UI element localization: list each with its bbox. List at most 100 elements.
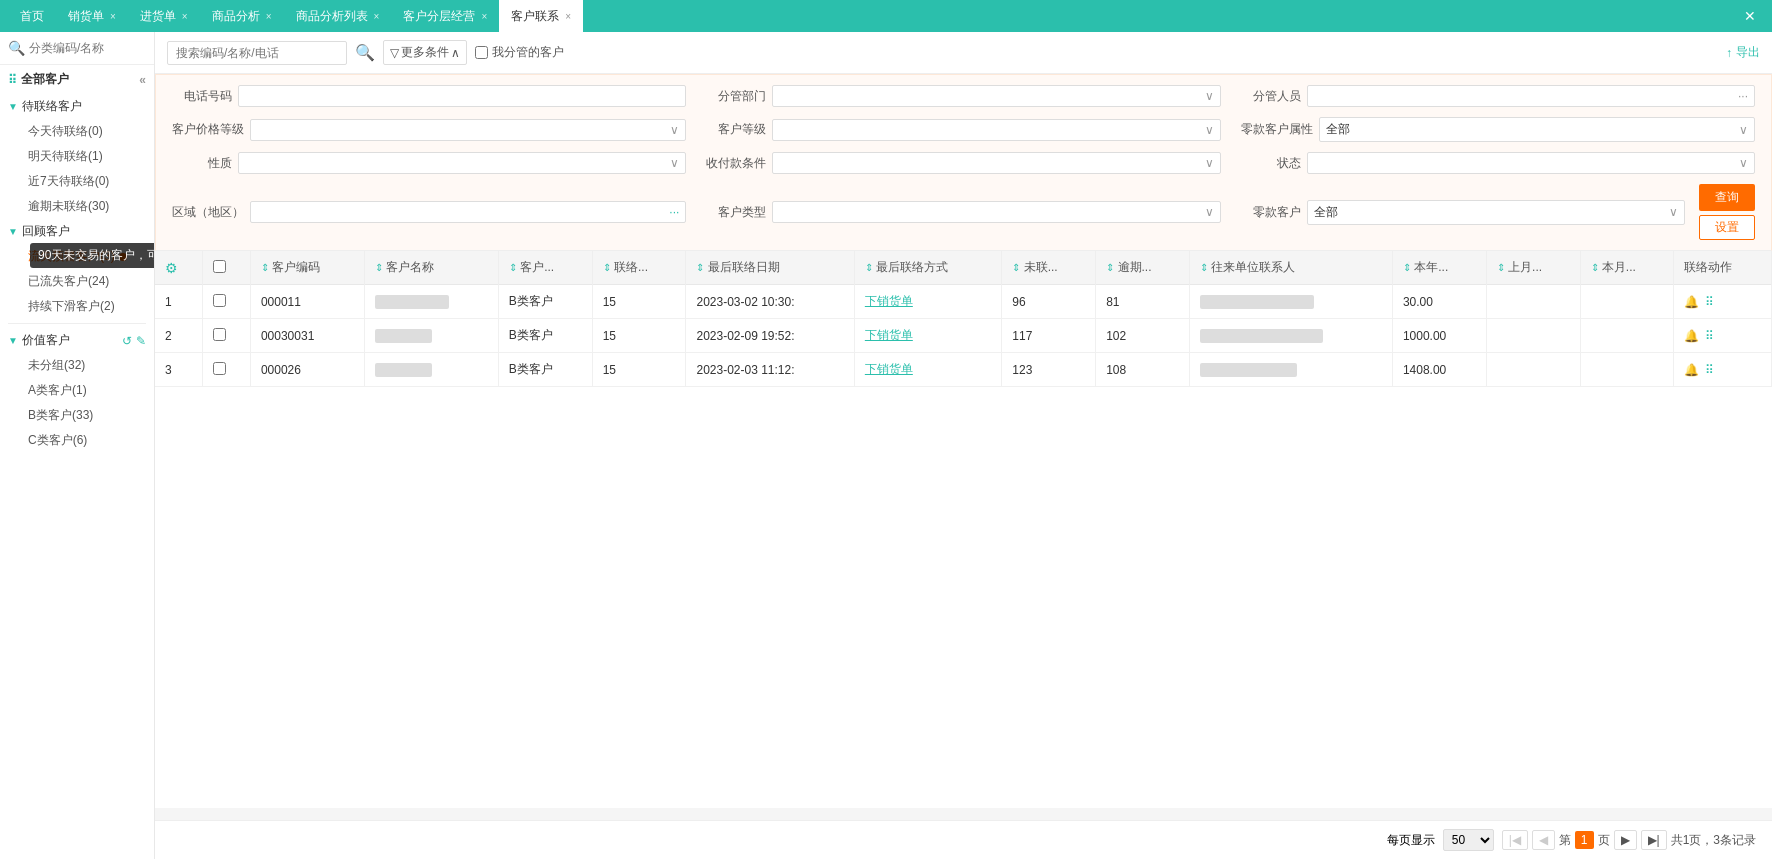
row-checkbox-1[interactable] xyxy=(213,328,226,341)
edit-icon[interactable]: ✎ xyxy=(136,334,146,348)
sidebar-item-ungroup[interactable]: 未分组(32) xyxy=(8,353,154,378)
col-unit-contact[interactable]: ⇕ 往来单位联系人 xyxy=(1189,251,1392,285)
settings-gear-icon[interactable]: ⚙ xyxy=(165,260,178,276)
tab-product-analysis[interactable]: 商品分析 × xyxy=(200,0,284,32)
sidebar-item-week[interactable]: 近7天待联络(0) xyxy=(8,169,154,194)
filter-label-customer-type: 客户类型 xyxy=(706,204,766,221)
col-name[interactable]: ⇕ 客户名称 xyxy=(364,251,498,285)
filter-select-region[interactable]: ··· xyxy=(250,201,686,223)
cell-check[interactable] xyxy=(202,285,250,319)
sidebar-group-review[interactable]: ▼ 回顾客户 xyxy=(0,219,154,244)
last-way-link[interactable]: 下销货单 xyxy=(865,294,913,308)
filter-select-status[interactable]: ∨ xyxy=(1307,152,1755,174)
last-page-btn[interactable]: ▶| xyxy=(1641,830,1667,850)
more-action-icon-2[interactable]: ⠿ xyxy=(1705,363,1714,377)
filter-select-customer-type[interactable]: ∨ xyxy=(772,201,1220,223)
filter-select-price[interactable]: ∨ xyxy=(250,119,686,141)
sidebar-all-customers[interactable]: ⠿ 全部客户 « xyxy=(0,65,154,94)
more-action-icon-1[interactable]: ⠿ xyxy=(1705,329,1714,343)
filter-select-zero-attr[interactable]: 全部 ∨ xyxy=(1319,117,1755,142)
col-not-contact[interactable]: ⇕ 未联... xyxy=(1002,251,1096,285)
sidebar-item-lost[interactable]: 已流失客户(24) xyxy=(8,269,154,294)
col-settings[interactable]: ⚙ xyxy=(155,251,202,285)
last-way-link[interactable]: 下销货单 xyxy=(865,328,913,342)
cell-last-way[interactable]: 下销货单 xyxy=(854,353,1002,387)
settings-button[interactable]: 设置 xyxy=(1699,215,1755,240)
table-container: ⚙ ⇕ 客户编码 ⇕ 客户名称 ⇕ 客户... ⇕ 联络... ⇕ 最后联络日期… xyxy=(155,251,1772,808)
col-check[interactable] xyxy=(202,251,250,285)
col-code[interactable]: ⇕ 客户编码 xyxy=(250,251,364,285)
tab-sales-close[interactable]: × xyxy=(110,11,116,22)
col-last-date[interactable]: ⇕ 最后联络日期 xyxy=(686,251,854,285)
select-all-checkbox[interactable] xyxy=(213,260,226,273)
zero-customer-value: 全部 xyxy=(1314,204,1338,221)
my-customers-check-input[interactable] xyxy=(475,46,488,59)
tab-sales[interactable]: 销货单 × xyxy=(56,0,128,32)
export-button[interactable]: ↑ 导出 xyxy=(1726,44,1760,61)
filter-select-nature[interactable]: ∨ xyxy=(238,152,686,174)
tab-product-list[interactable]: 商品分析列表 × xyxy=(284,0,392,32)
sidebar-group-value[interactable]: ▼ 价值客户 ↺ ✎ xyxy=(0,328,154,353)
col-overdue[interactable]: ⇕ 逾期... xyxy=(1096,251,1190,285)
horizontal-scrollbar[interactable] xyxy=(155,808,1772,820)
my-customers-checkbox[interactable]: 我分管的客户 xyxy=(475,44,564,61)
tab-purchase[interactable]: 进货单 × xyxy=(128,0,200,32)
sidebar-search-box: 🔍 xyxy=(0,32,154,65)
sidebar-item-c-class[interactable]: C类客户(6) xyxy=(8,428,154,453)
filter-select-level[interactable]: ∨ xyxy=(772,119,1220,141)
filter-select-zero-customer[interactable]: 全部 ∨ xyxy=(1307,200,1685,225)
tab-product-analysis-close[interactable]: × xyxy=(266,11,272,22)
sidebar-collapse-icon[interactable]: « xyxy=(139,73,146,87)
contact-icon-0[interactable]: 🔔 xyxy=(1684,295,1699,309)
sidebar-item-declining[interactable]: 持续下滑客户(2) xyxy=(8,294,154,319)
page-size-select[interactable]: 50 100 200 xyxy=(1443,829,1494,851)
tab-customer-contact-close[interactable]: × xyxy=(565,11,571,22)
search-button[interactable]: 🔍 xyxy=(355,43,375,62)
more-conditions-btn[interactable]: ▽ 更多条件 ∧ xyxy=(383,40,467,65)
first-page-btn[interactable]: |◀ xyxy=(1502,830,1528,850)
sidebar-item-lost-warning[interactable]: 流失预警客户(3) xyxy=(8,244,154,269)
contact-icon-2[interactable]: 🔔 xyxy=(1684,363,1699,377)
tab-purchase-close[interactable]: × xyxy=(182,11,188,22)
tab-product-list-close[interactable]: × xyxy=(374,11,380,22)
col-this-year[interactable]: ⇕ 本年... xyxy=(1392,251,1486,285)
filter-select-person[interactable]: ··· xyxy=(1307,85,1755,107)
col-last-way[interactable]: ⇕ 最后联络方式 xyxy=(854,251,1002,285)
filter-select-dept[interactable]: ∨ xyxy=(772,85,1220,107)
col-contact[interactable]: ⇕ 联络... xyxy=(592,251,686,285)
sidebar-item-b-class[interactable]: B类客户(33) xyxy=(8,403,154,428)
tab-customer-tier[interactable]: 客户分层经营 × xyxy=(391,0,499,32)
row-checkbox-0[interactable] xyxy=(213,294,226,307)
cell-overdue: 108 xyxy=(1096,353,1190,387)
col-level[interactable]: ⇕ 客户... xyxy=(498,251,592,285)
cell-overdue: 81 xyxy=(1096,285,1190,319)
filter-input-phone[interactable] xyxy=(238,85,686,107)
row-checkbox-2[interactable] xyxy=(213,362,226,375)
sidebar-group-pending[interactable]: ▼ 待联络客户 xyxy=(0,94,154,119)
cell-last-way[interactable]: 下销货单 xyxy=(854,285,1002,319)
contact-icon-1[interactable]: 🔔 xyxy=(1684,329,1699,343)
sidebar-item-a-class[interactable]: A类客户(1) xyxy=(8,378,154,403)
prev-page-btn[interactable]: ◀ xyxy=(1532,830,1555,850)
tab-customer-contact[interactable]: 客户联系 × xyxy=(499,0,583,32)
cell-check[interactable] xyxy=(202,353,250,387)
window-close-icon[interactable]: ✕ xyxy=(1736,8,1764,24)
sidebar-item-overdue[interactable]: 逾期未联络(30) xyxy=(8,194,154,219)
sidebar-item-tomorrow[interactable]: 明天待联络(1) xyxy=(8,144,154,169)
col-last-month[interactable]: ⇕ 上月... xyxy=(1486,251,1580,285)
tab-customer-tier-close[interactable]: × xyxy=(481,11,487,22)
cell-last-way[interactable]: 下销货单 xyxy=(854,319,1002,353)
sidebar-item-today[interactable]: 今天待联络(0) xyxy=(8,119,154,144)
refresh-icon[interactable]: ↺ xyxy=(122,334,132,348)
query-button[interactable]: 查询 xyxy=(1699,184,1755,211)
more-action-icon-0[interactable]: ⠿ xyxy=(1705,295,1714,309)
tab-home[interactable]: 首页 xyxy=(8,0,56,32)
cell-check[interactable] xyxy=(202,319,250,353)
filter-select-payment[interactable]: ∨ xyxy=(772,152,1220,174)
filter-row-customer-type: 客户类型 ∨ xyxy=(706,184,1220,240)
col-this-month[interactable]: ⇕ 本月... xyxy=(1580,251,1674,285)
next-page-btn[interactable]: ▶ xyxy=(1614,830,1637,850)
search-input-main[interactable] xyxy=(167,41,347,65)
last-way-link[interactable]: 下销货单 xyxy=(865,362,913,376)
sidebar-search-input[interactable] xyxy=(29,41,155,55)
